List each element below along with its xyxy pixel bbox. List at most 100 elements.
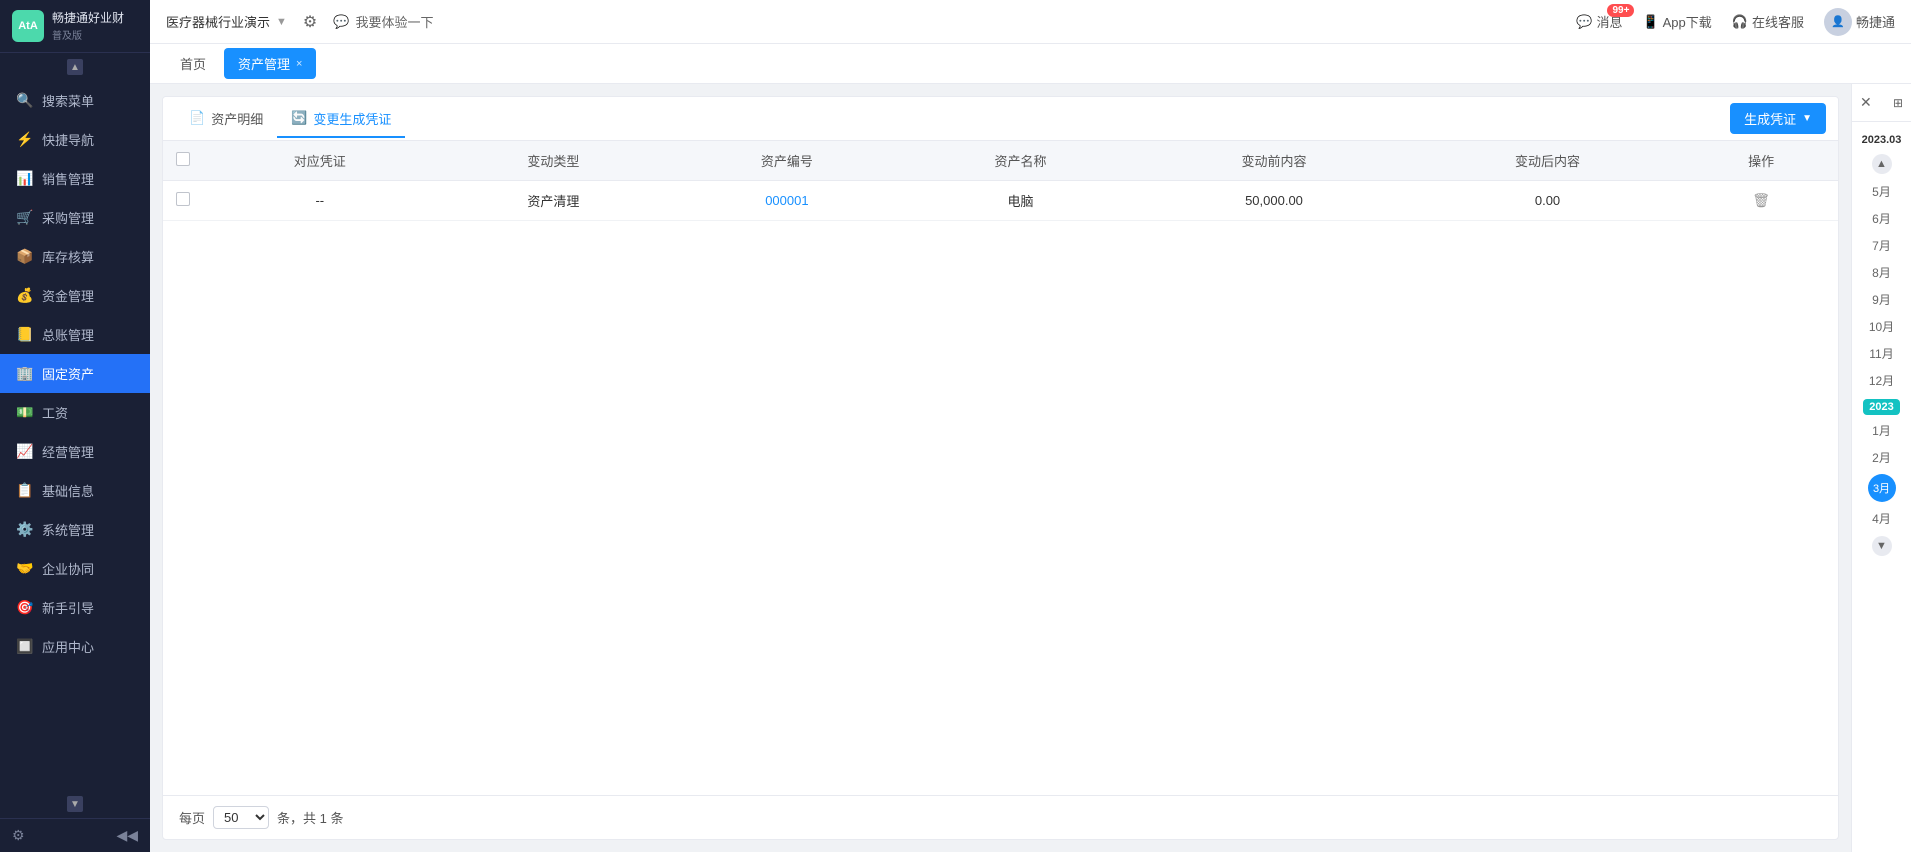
td-voucher: --	[203, 181, 437, 221]
company-selector[interactable]: 医疗器械行业演示 ▼	[166, 12, 287, 31]
content-tabs: 首页 资产管理 ×	[150, 44, 1911, 84]
sub-tab-generate-voucher[interactable]: 🔄 变更生成凭证	[277, 101, 405, 138]
sidebar-item-basic[interactable]: 📋 基础信息	[0, 471, 150, 510]
panel-close-icon[interactable]: ✕	[1860, 94, 1872, 111]
avatar: 👤	[1824, 8, 1852, 36]
sub-tab-asset-detail[interactable]: 📄 资产明细	[175, 101, 277, 138]
th-change-type: 变动类型	[437, 141, 671, 181]
user-menu[interactable]: 👤 畅捷通	[1824, 8, 1895, 36]
quicknav-icon: ⚡	[16, 131, 34, 148]
timeline-nav-down-btn[interactable]: ▼	[1872, 536, 1892, 556]
online-service-label: 在线客服	[1752, 12, 1804, 31]
timeline-month-8[interactable]: 8月	[1852, 259, 1911, 286]
experience-btn[interactable]: 💬 我要体验一下	[333, 12, 433, 31]
timeline-month-11[interactable]: 11月	[1852, 340, 1911, 367]
sub-tab-label: 资产明细	[211, 109, 263, 128]
timeline-nav-up-btn[interactable]: ▲	[1872, 154, 1892, 174]
generate-btn-label: 生成凭证	[1744, 109, 1796, 128]
timeline-month-5[interactable]: 5月	[1852, 178, 1911, 205]
td-before-change: 50,000.00	[1137, 181, 1411, 221]
td-action: 🗑	[1684, 181, 1838, 221]
sidebar-item-ledger[interactable]: 📒 总账管理	[0, 315, 150, 354]
generate-voucher-btn[interactable]: 生成凭证 ▼	[1730, 103, 1826, 134]
select-all-checkbox[interactable]	[176, 152, 190, 166]
page-content: 📄 资产明细 🔄 变更生成凭证 生成凭证 ▼	[150, 84, 1911, 852]
tab-asset-management[interactable]: 资产管理 ×	[224, 48, 316, 79]
sidebar-item-cooperation[interactable]: 🤝 企业协同	[0, 549, 150, 588]
timeline-month-4[interactable]: 4月	[1852, 505, 1911, 532]
app-name: 畅捷通好业财	[52, 10, 124, 27]
experience-label: 我要体验一下	[355, 12, 433, 31]
page-size-label: 每页	[179, 808, 205, 827]
sidebar-scroll-up-btn[interactable]: ▲	[67, 59, 83, 75]
timeline-month-10[interactable]: 10月	[1852, 313, 1911, 340]
sidebar-item-operations[interactable]: 📈 经营管理	[0, 432, 150, 471]
sidebar-scroll-down-btn[interactable]: ▼	[67, 796, 83, 812]
main-panel: 📄 资产明细 🔄 变更生成凭证 生成凭证 ▼	[162, 96, 1839, 840]
sidebar-item-appcenter[interactable]: 🔲 应用中心	[0, 627, 150, 666]
collapse-icon[interactable]: ◀◀	[116, 827, 138, 844]
sidebar-item-label: 应用中心	[42, 637, 94, 656]
delete-btn[interactable]: 🗑	[1752, 192, 1770, 208]
message-btn[interactable]: 💬 消息 99+	[1576, 12, 1622, 31]
topbar: 医疗器械行业演示 ▼ ⚙ 💬 我要体验一下 💬 消息 99+ 📱 App下载 🎧…	[150, 0, 1911, 44]
pagination: 每页 50 10 20 100 条，共 1 条	[163, 795, 1838, 839]
sidebar-item-search[interactable]: 🔍 搜索菜单	[0, 81, 150, 120]
table-header-row: 对应凭证 变动类型 资产编号 资产名称 变动前内容 变动后内容 操作	[163, 141, 1838, 181]
timeline: 2023.03 ▲ 5月 6月 7月 8月 9月 10月 11月 12月 202…	[1852, 122, 1911, 852]
sidebar-item-label: 销售管理	[42, 169, 94, 188]
sidebar-nav: 🔍 搜索菜单 ⚡ 快捷导航 📊 销售管理 🛒 采购管理 📦 库存核算 💰 资金管…	[0, 81, 150, 790]
sidebar-scroll-up: ▲	[0, 53, 150, 81]
sidebar-item-guide[interactable]: 🎯 新手引导	[0, 588, 150, 627]
sidebar: AtA 畅捷通好业财 普及版 ▲ 🔍 搜索菜单 ⚡ 快捷导航 📊 销售管理 🛒 …	[0, 0, 150, 852]
td-asset-name: 电脑	[904, 181, 1138, 221]
sidebar-item-label: 基础信息	[42, 481, 94, 500]
generate-btn-arrow-icon: ▼	[1802, 113, 1812, 124]
asset-detail-icon: 📄	[189, 110, 205, 126]
timeline-header: 2023.03	[1852, 130, 1911, 150]
settings-bottom-icon[interactable]: ⚙	[12, 827, 25, 844]
right-timeline-panel: ✕ ⊞ 2023.03 ▲ 5月 6月 7月 8月 9月 10月 11月 12月…	[1851, 84, 1911, 852]
service-icon: 🎧	[1732, 14, 1748, 30]
purchase-icon: 🛒	[16, 209, 34, 226]
download-icon: 📱	[1642, 14, 1658, 30]
timeline-month-12[interactable]: 12月	[1852, 367, 1911, 394]
online-service-btn[interactable]: 🎧 在线客服	[1732, 12, 1804, 31]
app-edition: 普及版	[52, 27, 124, 42]
sidebar-item-label: 快捷导航	[42, 130, 94, 149]
tab-home[interactable]: 首页	[166, 48, 220, 79]
timeline-month-2[interactable]: 2月	[1852, 444, 1911, 471]
sidebar-item-label: 新手引导	[42, 598, 94, 617]
app-download-btn[interactable]: 📱 App下载	[1642, 12, 1711, 31]
sales-icon: 📊	[16, 170, 34, 187]
timeline-month-3-active[interactable]: 3月	[1868, 474, 1896, 502]
sidebar-item-system[interactable]: ⚙️ 系统管理	[0, 510, 150, 549]
timeline-month-6[interactable]: 6月	[1852, 205, 1911, 232]
sidebar-item-label: 固定资产	[42, 364, 94, 383]
sidebar-item-funds[interactable]: 💰 资金管理	[0, 276, 150, 315]
panel-expand-icon[interactable]: ⊞	[1893, 96, 1903, 110]
timeline-month-7[interactable]: 7月	[1852, 232, 1911, 259]
row-checkbox[interactable]	[176, 192, 190, 206]
tab-close-icon[interactable]: ×	[296, 58, 302, 70]
sidebar-item-quicknav[interactable]: ⚡ 快捷导航	[0, 120, 150, 159]
funds-icon: 💰	[16, 287, 34, 304]
assets-icon: 🏢	[16, 365, 34, 382]
sidebar-item-assets[interactable]: 🏢 固定资产	[0, 354, 150, 393]
topbar-right: 💬 消息 99+ 📱 App下载 🎧 在线客服 👤 畅捷通	[1576, 8, 1895, 36]
tab-home-label: 首页	[180, 57, 206, 72]
timeline-year-2023[interactable]: 2023	[1863, 399, 1899, 415]
timeline-month-9[interactable]: 9月	[1852, 286, 1911, 313]
ledger-icon: 📒	[16, 326, 34, 343]
timeline-month-1[interactable]: 1月	[1852, 417, 1911, 444]
sidebar-item-purchase[interactable]: 🛒 采购管理	[0, 198, 150, 237]
sidebar-item-sales[interactable]: 📊 销售管理	[0, 159, 150, 198]
topbar-settings-icon[interactable]: ⚙	[303, 12, 317, 32]
inventory-icon: 📦	[16, 248, 34, 265]
sidebar-item-payroll[interactable]: 💵 工资	[0, 393, 150, 432]
th-action: 操作	[1684, 141, 1838, 181]
tab-active-label: 资产管理	[238, 54, 290, 73]
sidebar-item-inventory[interactable]: 📦 库存核算	[0, 237, 150, 276]
page-size-select[interactable]: 50 10 20 100	[213, 806, 269, 829]
td-change-type: 资产清理	[437, 181, 671, 221]
